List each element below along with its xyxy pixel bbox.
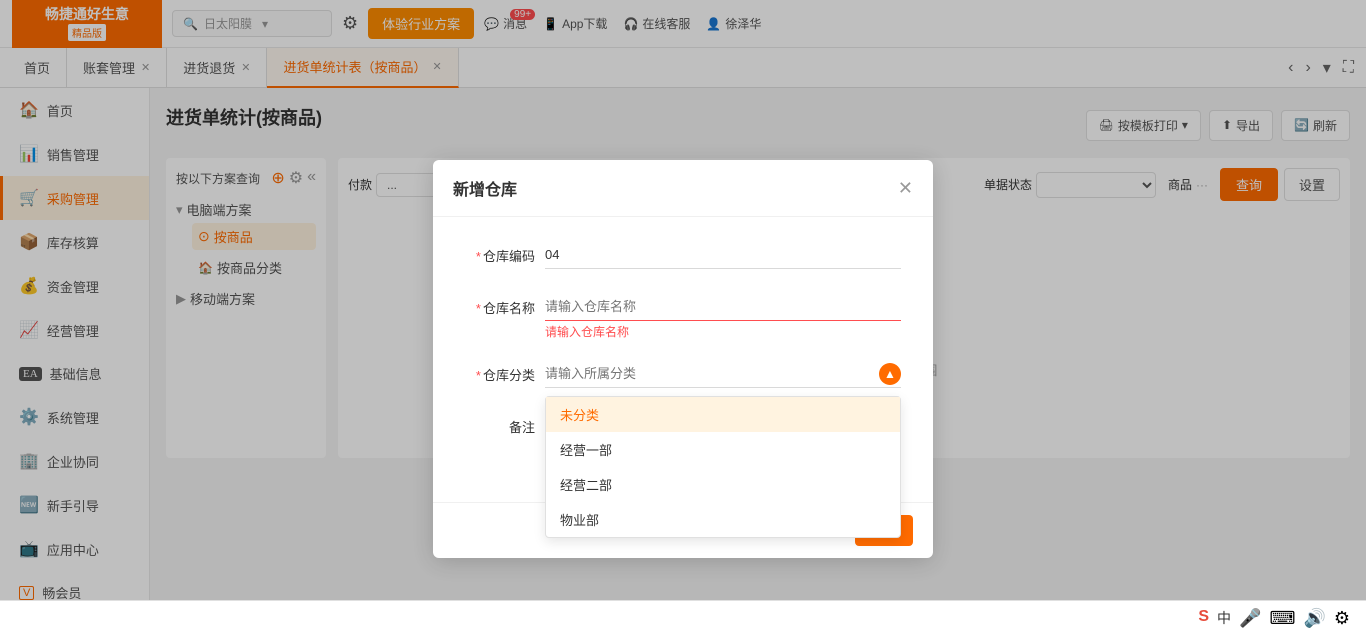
keyboard-icon[interactable]: ⌨: [1269, 608, 1295, 629]
warehouse-code-input[interactable]: [545, 241, 901, 269]
warehouse-name-input[interactable]: [545, 293, 901, 321]
category-dropdown-arrow[interactable]: ▲: [879, 363, 901, 385]
dropdown-item-dept1[interactable]: 经营一部: [546, 432, 900, 467]
dialog-title: 新增仓库: [453, 176, 517, 200]
category-dropdown-list: 未分类 经营一部 经营二部 物业部: [545, 396, 901, 538]
dialog-header: 新增仓库 ✕: [433, 160, 933, 217]
dropdown-item-dept2[interactable]: 经营二部: [546, 467, 900, 502]
dropdown-item-unclassified[interactable]: 未分类: [546, 397, 900, 432]
new-warehouse-dialog: 新增仓库 ✕ 仓库编码 仓库名称 请输入仓库名称 仓库分类 ▲: [433, 160, 933, 558]
chinese-icon: 中: [1217, 608, 1231, 629]
note-label: 备注: [465, 412, 545, 444]
code-label: 仓库编码: [465, 241, 545, 273]
mic-icon[interactable]: 🎤: [1239, 608, 1261, 629]
dropdown-item-dept3[interactable]: 物业部: [546, 502, 900, 537]
name-control: 请输入仓库名称: [545, 293, 901, 340]
settings-bottom-icon[interactable]: ⚙: [1334, 608, 1350, 629]
code-control: [545, 241, 901, 269]
name-error-msg: 请输入仓库名称: [545, 323, 901, 340]
form-row-code: 仓库编码: [465, 241, 901, 273]
name-label: 仓库名称: [465, 293, 545, 325]
s-logo-icon: S: [1198, 608, 1209, 629]
category-control: ▲ 未分类 经营一部 经营二部 物业部: [545, 360, 901, 388]
category-input[interactable]: [545, 360, 901, 388]
dialog-body: 仓库编码 仓库名称 请输入仓库名称 仓库分类 ▲ 未分类 经营一部 经营二部: [433, 217, 933, 502]
speaker-icon[interactable]: 🔊: [1303, 608, 1325, 629]
form-row-category: 仓库分类 ▲ 未分类 经营一部 经营二部 物业部: [465, 360, 901, 392]
dialog-close-btn[interactable]: ✕: [898, 178, 913, 199]
form-row-name: 仓库名称 请输入仓库名称: [465, 293, 901, 340]
category-label: 仓库分类: [465, 360, 545, 392]
